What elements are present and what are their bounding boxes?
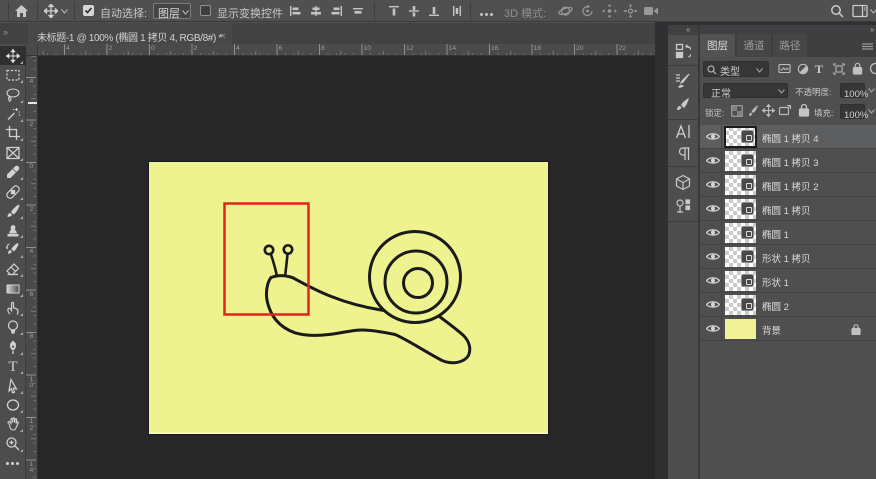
svg-text:T: T: [8, 359, 17, 374]
